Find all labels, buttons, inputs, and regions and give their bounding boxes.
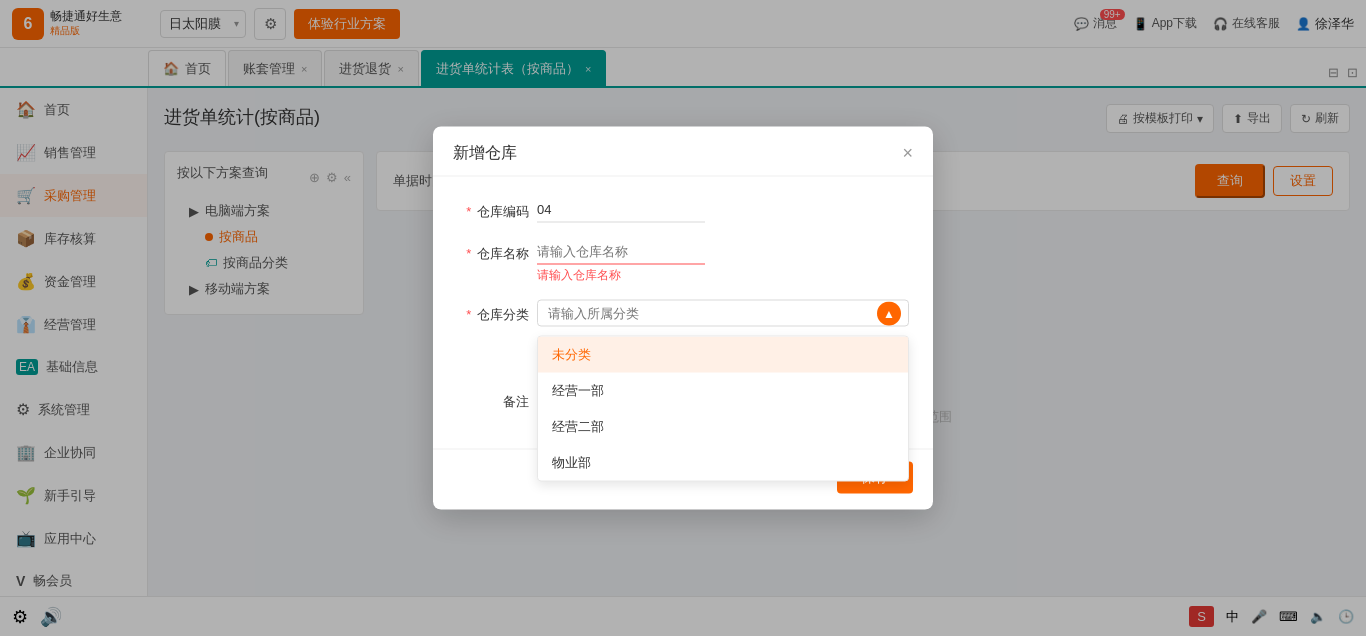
code-input-wrap bbox=[537, 197, 909, 223]
category-row: * 仓库分类 ▲ 未分类 经营一部 经营二部 物业部 bbox=[457, 300, 909, 327]
name-label: * 仓库名称 bbox=[457, 239, 537, 263]
category-select-wrap: ▲ 未分类 经营一部 经营二部 物业部 bbox=[537, 300, 909, 327]
code-input[interactable] bbox=[537, 197, 705, 223]
name-error-msg: 请输入仓库名称 bbox=[537, 267, 909, 284]
dropdown-item-uncategorized[interactable]: 未分类 bbox=[538, 337, 908, 373]
dialog-header: 新增仓库 × bbox=[433, 127, 933, 177]
select-up-icon[interactable]: ▲ bbox=[877, 301, 901, 325]
category-input[interactable] bbox=[537, 300, 909, 327]
note-label: 备注 bbox=[457, 387, 537, 411]
dialog-title: 新增仓库 bbox=[453, 143, 517, 164]
dialog-body: * 仓库编码 * 仓库名称 请输入仓库名称 * 仓库分类 bbox=[433, 177, 933, 449]
dropdown-item-dept2[interactable]: 经营二部 bbox=[538, 409, 908, 445]
name-input-wrap: 请输入仓库名称 bbox=[537, 239, 909, 284]
add-warehouse-dialog: 新增仓库 × * 仓库编码 * 仓库名称 请输入仓库名称 bbox=[433, 127, 933, 510]
category-label: * 仓库分类 bbox=[457, 300, 537, 324]
name-row: * 仓库名称 请输入仓库名称 bbox=[457, 239, 909, 284]
name-input[interactable] bbox=[537, 239, 705, 265]
dropdown-item-property[interactable]: 物业部 bbox=[538, 445, 908, 481]
code-label: * 仓库编码 bbox=[457, 197, 537, 221]
code-row: * 仓库编码 bbox=[457, 197, 909, 223]
dialog-close-button[interactable]: × bbox=[902, 143, 913, 164]
category-dropdown: 未分类 经营一部 经营二部 物业部 bbox=[537, 336, 909, 482]
dropdown-item-dept1[interactable]: 经营一部 bbox=[538, 373, 908, 409]
